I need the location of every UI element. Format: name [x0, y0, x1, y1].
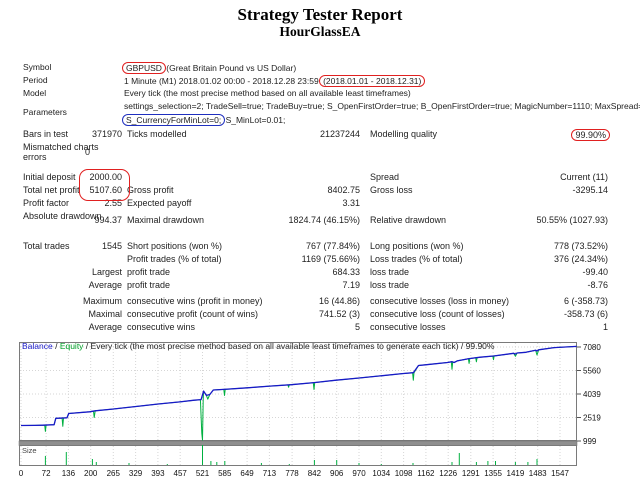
strategy-tester-report: Strategy Tester Report HourGlassEA Symbo…	[0, 0, 640, 480]
x-axis-label: 1162	[417, 469, 435, 478]
x-axis-label: 778	[285, 469, 299, 478]
balance-equity-chart: Balance / Equity / Every tick (the most …	[0, 338, 640, 480]
chart-legend-item: / Every tick (the most precise method ba…	[83, 341, 495, 351]
x-axis-label: 200	[84, 469, 98, 478]
stat-value: 5107.60	[89, 185, 122, 195]
stat-value: Maximum	[82, 296, 122, 306]
x-axis-label: 1483	[529, 469, 547, 478]
stat-value: Current (11)	[560, 172, 608, 182]
chart-svg: 7080 5560 4039 2519 999 0 72 136 200 265 329 393 457…	[18, 342, 601, 478]
x-axis-label: 970	[352, 469, 366, 478]
stat-value: 741.52 (3)	[318, 309, 360, 319]
stat-value: 2000.00	[89, 172, 122, 182]
stat-value: 7.19	[342, 280, 360, 290]
info-value-model: Every tick (the most precise method base…	[124, 88, 411, 98]
annotation-ellipse-value: 99.90%	[571, 129, 610, 141]
annotation-ellipse-period: (2018.01.01 - 2018.12.31)	[319, 75, 426, 87]
info-label-period: Period	[23, 75, 48, 85]
period-text: 1 Minute (M1) 2018.01.02 00:00 - 2018.12…	[124, 76, 322, 86]
x-axis-label: 265	[107, 469, 121, 478]
annotation-ellipse-minlot: S_CurrencyForMinLot=0;	[122, 114, 226, 126]
y-axis-label: 2519	[583, 413, 601, 422]
info-value-symbol: GBPUSD (Great Britain Pound vs US Dollar…	[122, 62, 634, 74]
x-axis-label: 329	[129, 469, 143, 478]
y-axis-label: 999	[583, 437, 597, 446]
stat-value: 99.90%	[440, 129, 610, 141]
x-axis-label: 649	[240, 469, 254, 478]
x-axis-label: 585	[218, 469, 232, 478]
stat-value: 767 (77.84%)	[305, 241, 360, 251]
stat-value: Average	[88, 280, 122, 290]
stat-value: 1824.74 (46.15%)	[288, 215, 360, 225]
x-axis-label: 72	[42, 469, 51, 478]
x-axis-label: 842	[308, 469, 322, 478]
stat-value: 0	[84, 147, 90, 157]
stat-value: Largest	[91, 267, 122, 277]
stat-value: 1	[602, 322, 608, 332]
parameters-text-1: settings_selection=2; TradeSell=true; Tr…	[124, 101, 640, 111]
x-axis-label: 521	[196, 469, 210, 478]
stat-value: 8402.75	[327, 185, 360, 195]
chart-legend-item: Balance	[22, 341, 53, 351]
y-axis-label: 5560	[583, 366, 601, 375]
x-axis-label: 136	[62, 469, 76, 478]
x-axis-label: 1034	[372, 469, 390, 478]
equity-line	[20, 345, 577, 441]
panel-divider	[18, 440, 578, 446]
stat-value: -8.76	[587, 280, 608, 290]
chart-legend-item: /	[52, 341, 60, 351]
chart-legend: Balance / Equity / Every tick (the most …	[22, 341, 494, 351]
x-axis-label: 1291	[462, 469, 480, 478]
annotation-ellipse-symbol: GBPUSD	[122, 62, 166, 74]
x-axis-label: 1419	[507, 469, 525, 478]
chart-legend-item: Equity	[59, 341, 84, 351]
size-panel-label: Size	[22, 446, 37, 455]
x-axis-label: 0	[19, 469, 24, 478]
stat-value: -99.40	[582, 267, 608, 277]
y-axis-label: 7080	[583, 343, 601, 352]
info-value-period: 1 Minute (M1) 2018.01.02 00:00 - 2018.12…	[124, 75, 634, 87]
stat-value: Maximal	[88, 309, 122, 319]
y-axis-label: 4039	[583, 390, 601, 399]
stat-value: -358.73 (6)	[563, 309, 608, 319]
stat-value: 1169 (75.66%)	[301, 254, 360, 264]
x-axis-label: 906	[330, 469, 344, 478]
x-axis-label: 1547	[551, 469, 569, 478]
x-axis-label: 713	[263, 469, 277, 478]
page-title: Strategy Tester Report	[237, 5, 403, 24]
symbol-description: (Great Britain Pound vs US Dollar)	[163, 63, 297, 73]
stat-value: 376 (24.34%)	[553, 254, 608, 264]
stat-value: -3295.14	[572, 185, 608, 195]
stat-value: 778 (73.52%)	[553, 241, 608, 251]
x-axis-label: 1226	[439, 469, 457, 478]
stat-value: 994.37	[94, 215, 122, 225]
info-label-parameters: Parameters	[23, 107, 67, 117]
stat-value: 2.55	[104, 198, 122, 208]
stat-value: 371970	[91, 129, 122, 139]
info-label-model: Model	[23, 88, 47, 98]
stat-value: 1545	[101, 241, 122, 251]
stat-value: 16 (44.86)	[318, 296, 360, 306]
page-subtitle: HourGlassEA	[279, 24, 361, 39]
stat-value: 50.55% (1027.93)	[536, 215, 608, 225]
stat-value: 3.31	[342, 198, 360, 208]
stat-value: 684.33	[332, 267, 360, 277]
parameters-text-2: S_CurrencyForMinLot=0; S_MinLot=0.01;	[122, 114, 634, 126]
stat-value: 21237244	[319, 129, 360, 139]
x-axis-label: 457	[174, 469, 188, 478]
stat-value: 6 (-358.73)	[563, 296, 608, 306]
x-axis-label: 393	[151, 469, 165, 478]
x-axis-label: 1355	[484, 469, 502, 478]
stat-value: Average	[88, 322, 122, 332]
stat-value: 5	[354, 322, 360, 332]
x-axis-label: 1098	[395, 469, 413, 478]
parameters-text-2-rest: S_MinLot=0.01;	[223, 115, 286, 125]
info-label-symbol: Symbol	[23, 62, 52, 72]
